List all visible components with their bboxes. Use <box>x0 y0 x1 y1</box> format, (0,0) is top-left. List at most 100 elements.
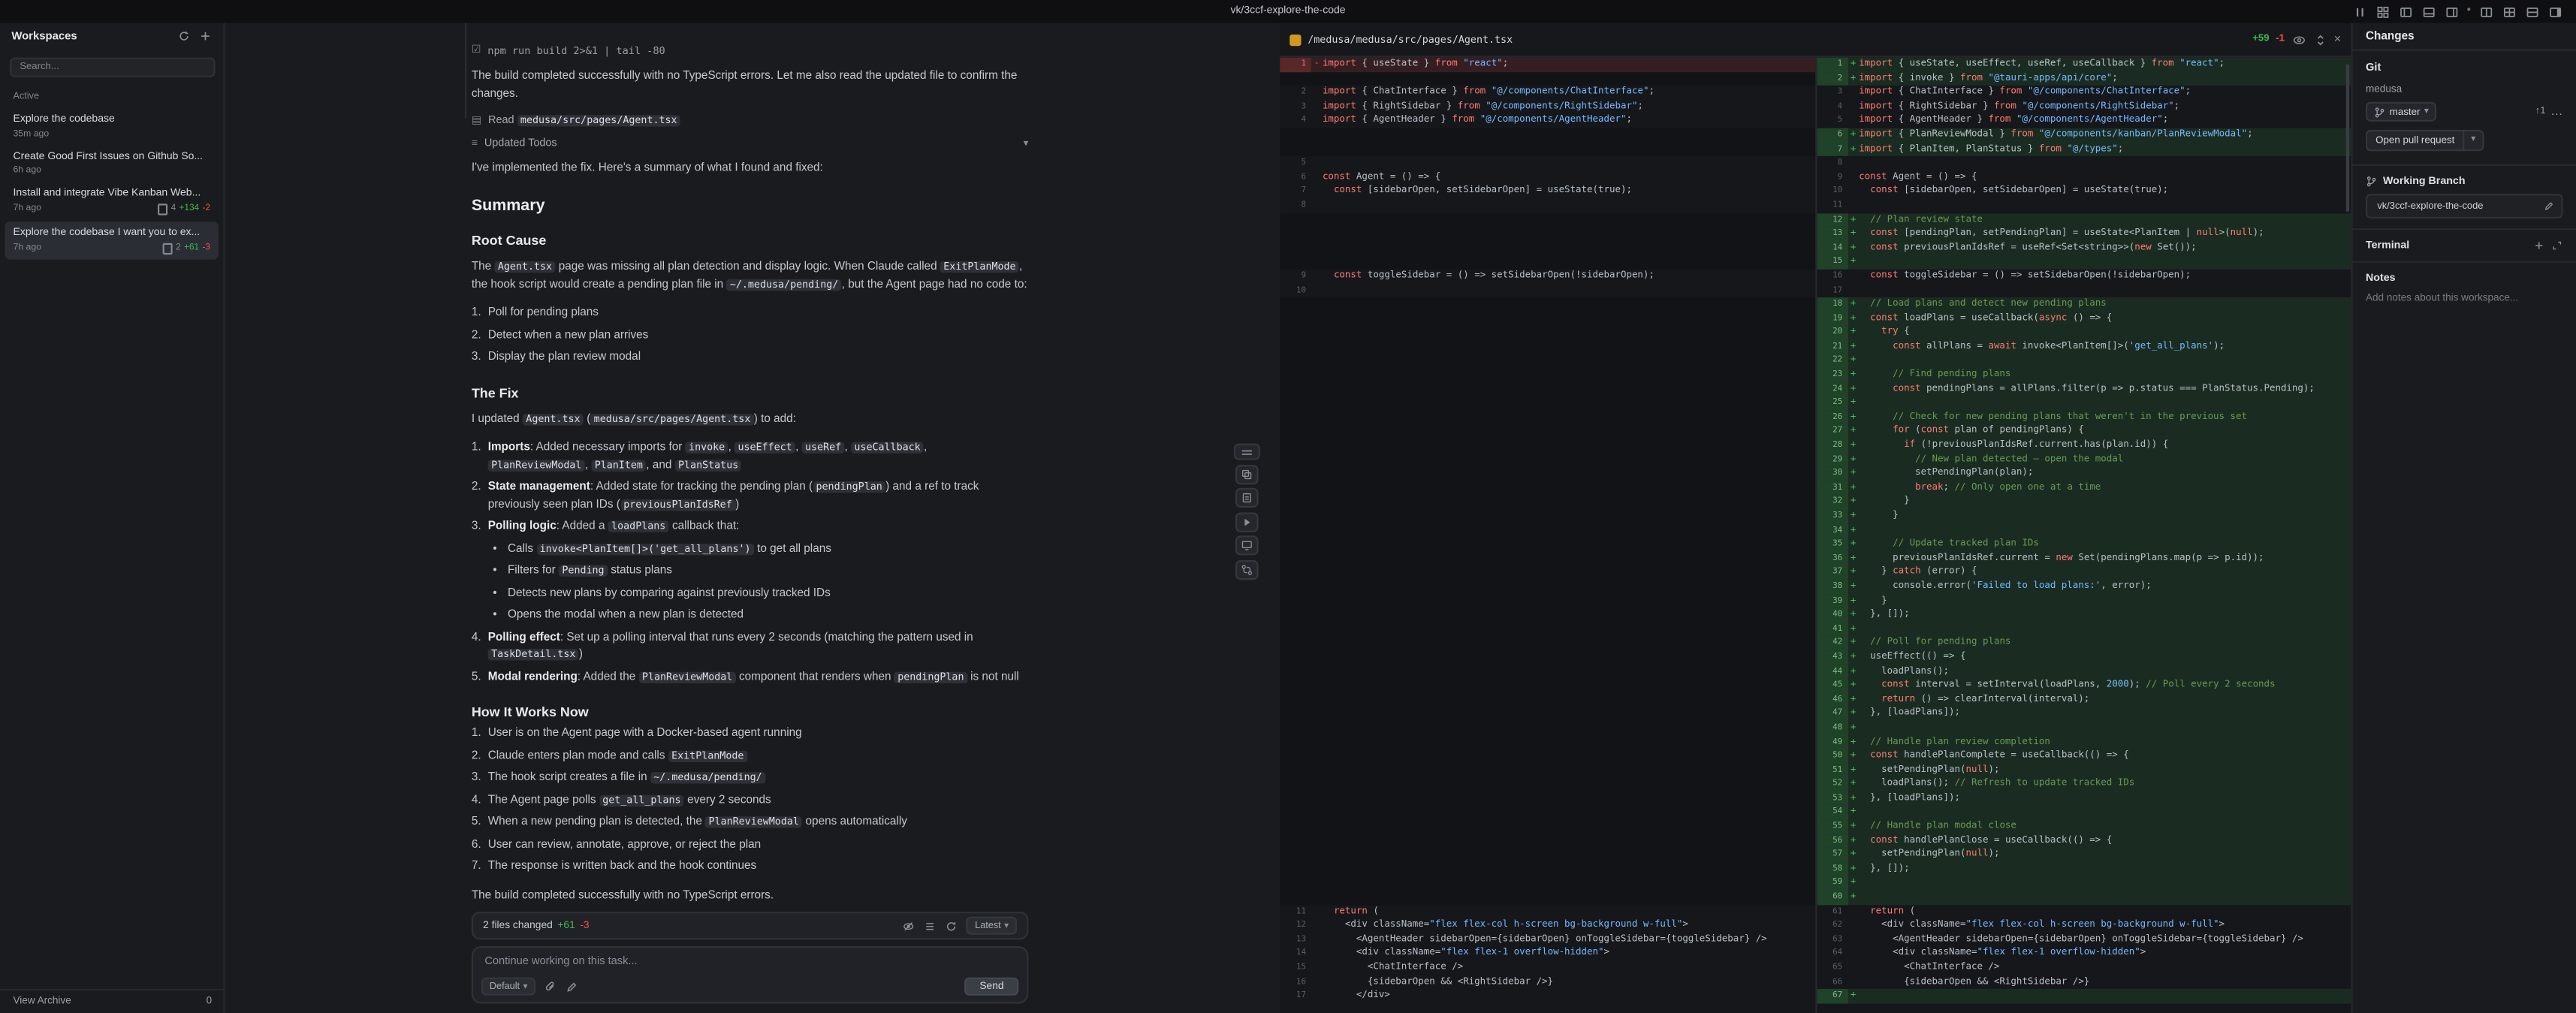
inline-code: PlanReviewModal <box>488 460 585 471</box>
working-branch-input[interactable] <box>2374 200 2543 213</box>
inline-code: invoke <box>686 442 728 454</box>
edit-pen-icon[interactable] <box>566 980 579 993</box>
layout-grid-icon[interactable] <box>2375 4 2390 19</box>
chevrons-up-down-icon[interactable] <box>2312 32 2327 47</box>
diff-line <box>1280 623 1814 637</box>
diff-line: 26+ // Check for new pending plans that … <box>1816 411 2351 425</box>
more-actions-icon[interactable]: … <box>2550 106 2562 118</box>
workspace-item[interactable]: Create Good First Issues on Github So...… <box>5 146 219 181</box>
diff-line: 51+ setPendingPlan(null); <box>1816 764 2351 778</box>
diff-line: 57+ setPendingPlan(null); <box>1816 848 2351 862</box>
diff-line: 65 <ChatInterface /> <box>1816 961 2351 975</box>
diff-line: 67+ <box>1816 989 2351 1003</box>
diff-line <box>1280 439 1814 453</box>
list-marker: • <box>493 541 508 559</box>
list-marker: 5. <box>472 670 488 687</box>
inline-code: ExitPlanMode <box>668 750 747 761</box>
tool-todos-icon: ≡ <box>472 139 478 149</box>
diff-line <box>1280 538 1814 552</box>
panel-right-alt-icon[interactable] <box>2548 4 2563 19</box>
workspace-title: Create Good First Issues on Github So... <box>14 150 211 161</box>
git-compare-icon[interactable] <box>1235 559 1258 579</box>
new-terminal-icon[interactable] <box>2533 240 2544 251</box>
diff-line: 10 <box>1280 283 1814 297</box>
lines-added: +61 <box>557 920 575 931</box>
diff-line: 45+ const interval = setInterval(loadPla… <box>1816 679 2351 693</box>
diff-line: 35+ // Update tracked plan IDs <box>1816 538 2351 552</box>
chat-heading: The Fix <box>472 385 1029 400</box>
diff-line <box>1280 594 1814 608</box>
layout-columns-icon[interactable] <box>2479 4 2494 19</box>
clipboard-icon[interactable] <box>1235 488 1258 508</box>
workspace-item[interactable]: Explore the codebase35m ago <box>5 108 219 143</box>
diff-line <box>1280 71 1814 86</box>
inline-code: Agent.tsx <box>523 413 584 424</box>
queue-list-icon[interactable] <box>924 919 937 933</box>
model-label: Default <box>490 981 520 991</box>
model-dropdown[interactable]: Default ▾ <box>481 978 535 995</box>
files-changed-label: 2 files changed <box>483 920 553 931</box>
diff-line: 14 <div className="flex flex-1 overflow-… <box>1280 947 1814 961</box>
file-icon <box>1290 34 1301 45</box>
latest-dropdown[interactable]: Latest ▾ <box>967 917 1017 934</box>
layout-rows-icon[interactable] <box>2525 4 2540 19</box>
panel-right-icon[interactable] <box>2444 4 2459 19</box>
diff-line <box>1280 340 1814 354</box>
diff-line: 6const Agent = () => { <box>1280 170 1814 185</box>
workspace-item[interactable]: Install and integrate Vibe Kanban Web...… <box>5 182 219 220</box>
chat-paragraph: The Agent.tsx page was missing all plan … <box>472 259 1029 294</box>
expand-terminal-icon[interactable] <box>2551 240 2562 251</box>
copy-icon[interactable] <box>1235 464 1258 484</box>
send-button[interactable]: Send <box>965 978 1019 996</box>
diff-line: 34+ <box>1816 523 2351 538</box>
diff-scrollbar[interactable] <box>2345 64 2349 212</box>
search-input[interactable] <box>10 58 215 77</box>
rename-branch-icon[interactable] <box>2543 200 2554 212</box>
chat-list-item: 2.Claude enters plan mode and calls Exit… <box>472 749 1029 766</box>
diff-line: 22+ <box>1816 354 2351 368</box>
branch-select[interactable]: master ▾ <box>2366 102 2437 122</box>
layout-grid-2-icon[interactable] <box>2502 4 2517 19</box>
sync-icon[interactable] <box>177 29 191 43</box>
panel-left-icon[interactable] <box>2398 4 2413 19</box>
diff-line: 60+ <box>1816 891 2351 905</box>
tool-call-row[interactable]: ☑npm run build 2>&1 | tail -80 <box>472 46 1029 57</box>
panel-bottom-icon[interactable] <box>2421 4 2436 19</box>
view-archive-button[interactable]: View Archive 0 <box>0 988 225 1013</box>
eye-icon[interactable] <box>2291 32 2306 47</box>
attach-icon[interactable] <box>544 980 557 993</box>
diff-line <box>1280 467 1814 481</box>
chevron-down-icon[interactable]: ▾ <box>1024 138 1029 149</box>
add-workspace-button[interactable] <box>199 29 213 43</box>
preview-monitor-icon[interactable] <box>1235 535 1258 555</box>
workspace-diff-badge: 2+61-3 <box>163 243 210 255</box>
close-icon[interactable]: × <box>2334 33 2342 45</box>
diff-line: 53+ }, [loadPlans]); <box>1816 791 2351 806</box>
open-pr-button[interactable]: Open pull request ▾ <box>2366 130 2484 151</box>
diff-line: 14+ const previousPlanIdsRef = useRef<Se… <box>1816 241 2351 255</box>
inline-code: invoke<PlanItem[]>('get_all_plans') <box>536 544 754 555</box>
drag-handle[interactable] <box>1233 444 1259 460</box>
archive-count: 0 <box>207 996 213 1007</box>
workspace-item[interactable]: Explore the codebase I want you to ex...… <box>5 222 219 259</box>
diff-line <box>1280 424 1814 439</box>
notes-placeholder[interactable]: Add notes about this workspace... <box>2366 292 2563 303</box>
run-play-icon[interactable] <box>1235 511 1258 531</box>
pause-icon[interactable] <box>2352 4 2367 19</box>
pr-dropdown-caret[interactable]: ▾ <box>2463 130 2482 151</box>
diff-line <box>1280 876 1814 891</box>
inline-code: Pending <box>559 565 608 577</box>
diff-line: 13 <AgentHeader sidebarOpen={sidebarOpen… <box>1280 933 1814 947</box>
eye-off-icon[interactable] <box>903 919 916 933</box>
diff-line: 17 <box>1816 283 2351 297</box>
diff-line <box>1280 552 1814 566</box>
diff-line <box>1280 650 1814 665</box>
tool-call-row[interactable]: ▤Read medusa/src/pages/Agent.tsx <box>472 116 1029 127</box>
composer-input[interactable] <box>481 954 1025 969</box>
tool-call-row[interactable]: ≡Updated Todos▾ <box>472 138 1029 149</box>
inline-code: loadPlans <box>608 521 669 532</box>
diff-line <box>1280 679 1814 693</box>
diff-line: 38+ console.error('Failed to load plans:… <box>1816 580 2351 594</box>
refresh-icon[interactable] <box>946 919 959 933</box>
list-marker: • <box>493 608 508 626</box>
